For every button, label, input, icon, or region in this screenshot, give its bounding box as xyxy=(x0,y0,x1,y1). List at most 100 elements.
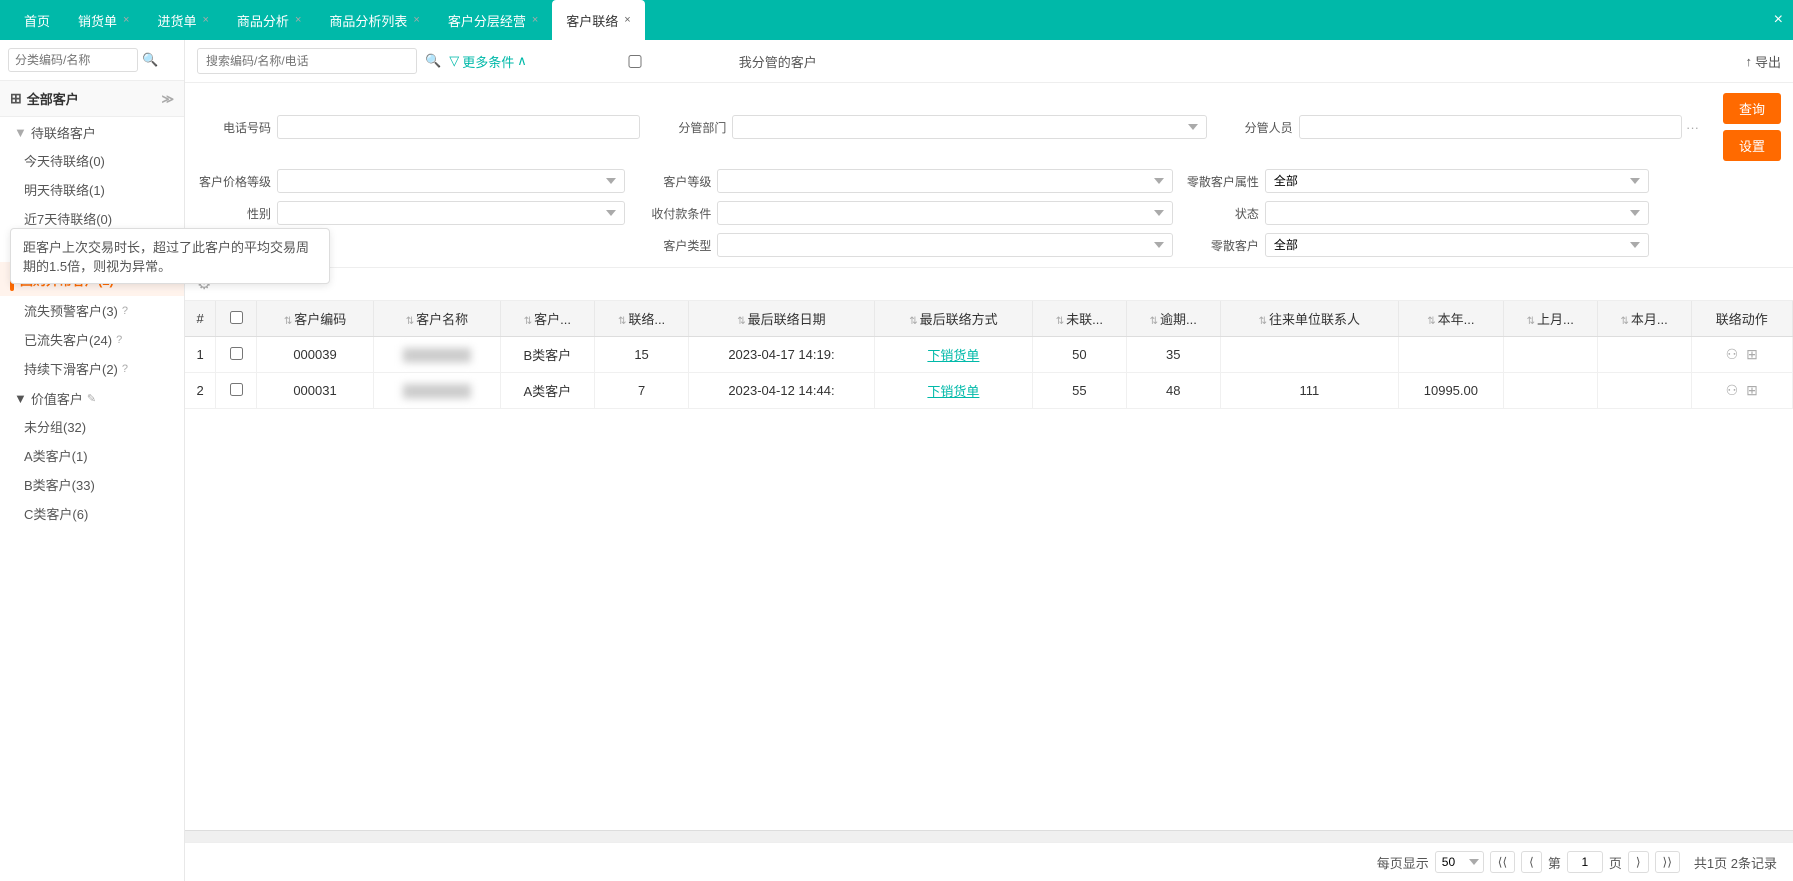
sidebar-item-today-pending[interactable]: 今天待联络(0) xyxy=(0,146,184,175)
filter-bar: 🔍 ▽ 更多条件 ∧ 我分管的客户 ↑ 导出 xyxy=(185,40,1793,83)
col-not-contacted[interactable]: 未联... xyxy=(1032,301,1126,337)
filter-icon: ▽ xyxy=(449,53,459,69)
churned-info-icon[interactable]: ? xyxy=(116,334,122,346)
retail-customer-select[interactable]: 全部 xyxy=(1265,233,1649,257)
nav-product-analysis[interactable]: 商品分析 × xyxy=(223,0,315,40)
last-contact-way-link[interactable]: 下销货单 xyxy=(927,348,979,363)
action-more-icon[interactable]: ⊞ xyxy=(1746,346,1758,363)
my-customers-checkbox[interactable] xyxy=(535,55,735,68)
close-customer-contact-icon[interactable]: × xyxy=(624,14,630,26)
select-all-checkbox[interactable] xyxy=(230,311,243,324)
settings-button[interactable]: 设置 xyxy=(1723,130,1781,161)
sidebar-item-declining[interactable]: 持续下滑客户(2) ? xyxy=(0,354,184,383)
col-last-contact-date[interactable]: 最后联络日期 xyxy=(689,301,875,337)
person-more-icon[interactable]: ··· xyxy=(1686,120,1699,135)
sidebar-all-customers[interactable]: ⊞ 全部客户 ≫ xyxy=(0,81,184,117)
last-page-button[interactable]: ⟩⟩ xyxy=(1655,851,1680,873)
sidebar-item-class-b[interactable]: B类客户(33) xyxy=(0,470,184,499)
payment-select[interactable] xyxy=(717,201,1173,225)
person-input[interactable] xyxy=(1299,115,1682,139)
col-partner-contact[interactable]: 往来单位联系人 xyxy=(1220,301,1398,337)
pending-arrow-icon: ▼ xyxy=(14,125,27,140)
nav-purchase-order[interactable]: 进货单 × xyxy=(143,0,222,40)
sidebar-item-churn-warning[interactable]: 流失预警客户(3) ? xyxy=(0,296,184,325)
search-input[interactable] xyxy=(197,48,417,74)
sidebar-item-tomorrow-pending[interactable]: 明天待联络(1) xyxy=(0,175,184,204)
cell-contact: 15 xyxy=(595,337,689,373)
customer-level-select[interactable] xyxy=(717,169,1173,193)
phone-input[interactable] xyxy=(277,115,640,139)
cell-checkbox[interactable] xyxy=(216,337,257,373)
col-contact-count[interactable]: 联络... xyxy=(595,301,689,337)
export-icon: ↑ xyxy=(1745,54,1752,69)
sidebar-item-class-a[interactable]: A类客户(1) xyxy=(0,441,184,470)
col-customer-name[interactable]: 客户名称 xyxy=(374,301,500,337)
nav-home[interactable]: 首页 xyxy=(10,0,64,40)
my-customers-checkbox-label[interactable]: 我分管的客户 xyxy=(535,52,817,71)
col-customer-code[interactable]: 客户编码 xyxy=(256,301,374,337)
action-link-icon[interactable]: ⚇ xyxy=(1726,382,1739,399)
page-number-input[interactable] xyxy=(1567,851,1603,873)
close-purchase-order-icon[interactable]: × xyxy=(202,14,208,26)
nav-product-analysis-list[interactable]: 商品分析列表 × xyxy=(315,0,433,40)
prev-page-button[interactable]: ⟨ xyxy=(1521,851,1542,873)
more-conditions-button[interactable]: ▽ 更多条件 ∧ xyxy=(449,52,527,71)
export-button[interactable]: ↑ 导出 xyxy=(1745,52,1781,71)
status-select[interactable] xyxy=(1265,201,1649,225)
cell-not-contacted: 50 xyxy=(1032,337,1126,373)
sidebar-item-class-c[interactable]: C类客户(6) xyxy=(0,499,184,528)
filter-row-2: 客户价格等级 客户等级 零散客户属性 全部 xyxy=(197,169,1781,193)
sidebar-collapse-icon[interactable]: ≫ xyxy=(161,92,174,106)
retail-attr-select[interactable]: 全部 xyxy=(1265,169,1649,193)
churn-warning-info-icon[interactable]: ? xyxy=(122,305,128,317)
nav-customer-segment[interactable]: 客户分层经营 × xyxy=(434,0,552,40)
first-page-button[interactable]: ⟨⟨ xyxy=(1490,851,1515,873)
sidebar-item-churned[interactable]: 已流失客户(24) ? xyxy=(0,325,184,354)
close-sales-order-icon[interactable]: × xyxy=(123,14,129,26)
per-page-select[interactable]: 50 100 xyxy=(1435,851,1484,873)
close-customer-segment-icon[interactable]: × xyxy=(532,14,538,26)
col-last-month[interactable]: 上月... xyxy=(1503,301,1597,337)
cell-this-month xyxy=(1597,373,1691,409)
horizontal-scrollbar[interactable] xyxy=(185,830,1793,842)
close-product-analysis-list-icon[interactable]: × xyxy=(413,14,419,26)
close-product-analysis-icon[interactable]: × xyxy=(295,14,301,26)
cell-last-contact-way[interactable]: 下销货单 xyxy=(874,373,1032,409)
cell-name: ████████ xyxy=(374,337,500,373)
top-nav: 首页 销货单 × 进货单 × 商品分析 × 商品分析列表 × 客户分层经营 × … xyxy=(0,0,1793,40)
nav-customer-contact[interactable]: 客户联络 × xyxy=(552,0,644,40)
dept-select[interactable] xyxy=(732,115,1206,139)
filter-phone: 电话号码 xyxy=(197,115,640,139)
value-customers-edit-icon[interactable]: ✎ xyxy=(87,392,96,405)
filter-search-icon[interactable]: 🔍 xyxy=(425,53,441,69)
action-link-icon[interactable]: ⚇ xyxy=(1726,346,1739,363)
gender-select[interactable] xyxy=(277,201,625,225)
row-checkbox[interactable] xyxy=(230,383,243,396)
row-checkbox[interactable] xyxy=(230,347,243,360)
nav-sales-order[interactable]: 销货单 × xyxy=(64,0,143,40)
sidebar-search-icon[interactable]: 🔍 xyxy=(142,52,158,68)
sidebar-item-ungrouped[interactable]: 未分组(32) xyxy=(0,412,184,441)
col-last-contact-way[interactable]: 最后联络方式 xyxy=(874,301,1032,337)
last-contact-way-link[interactable]: 下销货单 xyxy=(927,384,979,399)
customer-type-select[interactable] xyxy=(717,233,1173,257)
declining-info-icon[interactable]: ? xyxy=(122,363,128,375)
filter-status: 状态 xyxy=(1185,201,1649,225)
sidebar-value-customers-group[interactable]: ▼ 价值客户 ✎ xyxy=(0,383,184,412)
cell-overdue: 48 xyxy=(1126,373,1220,409)
sidebar-pending-contact-group[interactable]: ▼ 待联络客户 xyxy=(0,117,184,146)
col-overdue[interactable]: 逾期... xyxy=(1126,301,1220,337)
cell-last-contact-way[interactable]: 下销货单 xyxy=(874,337,1032,373)
col-this-year[interactable]: 本年... xyxy=(1399,301,1504,337)
query-button[interactable]: 查询 xyxy=(1723,93,1781,124)
col-this-month[interactable]: 本月... xyxy=(1597,301,1691,337)
next-page-button[interactable]: ⟩ xyxy=(1628,851,1649,873)
col-customer-type[interactable]: 客户... xyxy=(500,301,595,337)
more-conditions-arrow-icon: ∧ xyxy=(517,53,527,69)
window-close-icon[interactable]: × xyxy=(1774,11,1783,29)
sidebar-search-input[interactable] xyxy=(8,48,138,72)
price-level-select[interactable] xyxy=(277,169,625,193)
action-more-icon[interactable]: ⊞ xyxy=(1746,382,1758,399)
filter-customer-type: 客户类型 xyxy=(637,233,1173,257)
cell-checkbox[interactable] xyxy=(216,373,257,409)
